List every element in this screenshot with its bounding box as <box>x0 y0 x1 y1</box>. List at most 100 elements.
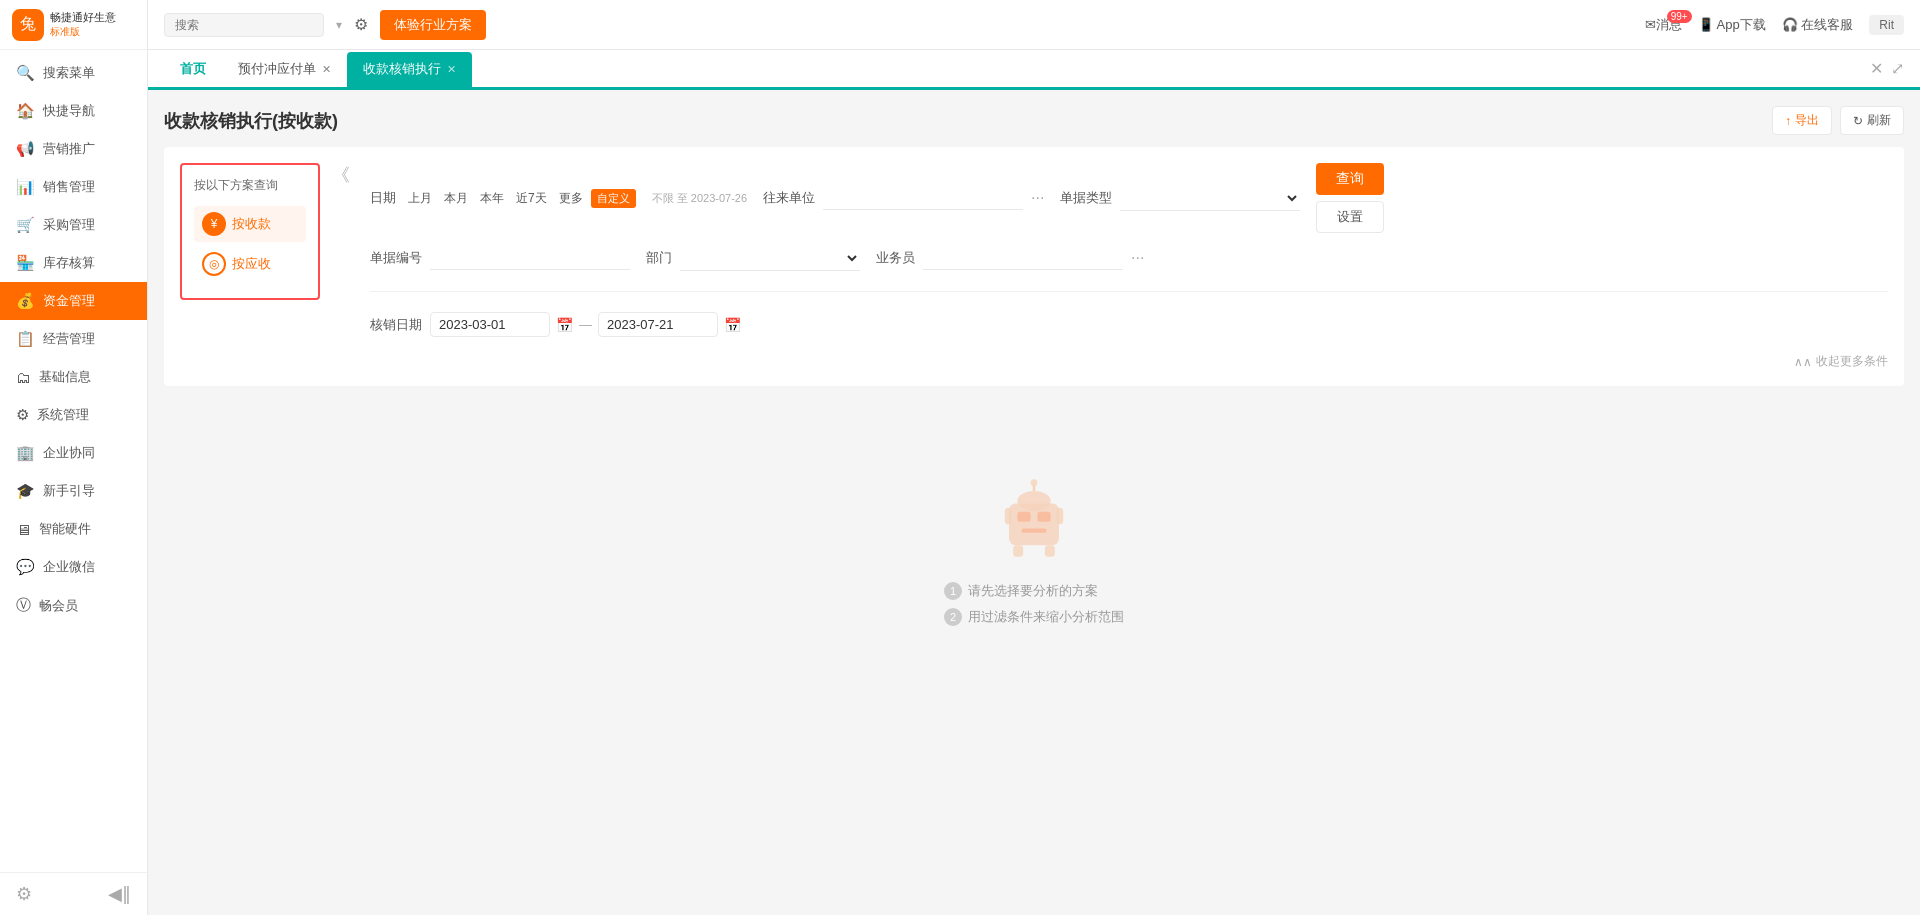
sidebar-item-marketing[interactable]: 📢 营销推广 <box>0 130 147 168</box>
doctype-label: 单据类型 <box>1060 189 1112 207</box>
sidebar: 兔 畅捷通好生意 标准版 🔍 搜索菜单 🏠 快捷导航 📢 营销推广 📊 销售管理… <box>0 0 148 915</box>
topbar-gear-icon[interactable]: ⚙ <box>354 15 368 34</box>
counterparty-input[interactable] <box>823 186 1023 210</box>
tab-home[interactable]: 首页 <box>164 52 222 88</box>
salesperson-more-icon[interactable]: ··· <box>1131 249 1144 267</box>
sidebar-item-operations[interactable]: 📋 经营管理 <box>0 320 147 358</box>
filter-option-receipt-label: 按收款 <box>232 215 271 233</box>
filter-dept-field: 部门 <box>646 245 860 271</box>
date-tag-custom[interactable]: 自定义 <box>591 189 636 208</box>
writeoffdate-end-input[interactable] <box>598 312 718 337</box>
collapse-sidebar-icon[interactable]: ◀‖ <box>108 883 131 905</box>
topbar: ▾ ⚙ 体验行业方案 ✉ 消息 99+ 📱 App下载 🎧 在线客服 Rit <box>148 0 1920 50</box>
salesperson-input[interactable] <box>923 246 1123 270</box>
tab-prepay-close-icon[interactable]: ✕ <box>322 63 331 76</box>
page-header: 收款核销执行(按收款) ↑ 导出 ↻ 刷新 <box>164 106 1904 135</box>
calendar-end-icon[interactable]: 📅 <box>724 317 741 333</box>
date-tab-thismonth[interactable]: 本月 <box>440 188 472 209</box>
messages-area[interactable]: ✉ 消息 99+ <box>1645 16 1682 34</box>
docnumber-input[interactable] <box>430 246 630 270</box>
topbar-search-input[interactable] <box>164 13 324 37</box>
filter-doctype-field: 单据类型 <box>1060 185 1300 211</box>
appdownload-label: App下载 <box>1717 17 1766 32</box>
wechat-icon: 💬 <box>16 558 35 576</box>
doctype-select[interactable] <box>1120 185 1300 211</box>
filter-option-by-receivable[interactable]: ◎ 按应收 <box>194 246 306 282</box>
date-tab-more[interactable]: 更多 <box>555 188 587 209</box>
sidebar-item-hardware[interactable]: 🖥 智能硬件 <box>0 510 147 548</box>
tab-maximize-icon[interactable]: ⤢ <box>1891 59 1904 78</box>
settings-icon[interactable]: ⚙ <box>16 883 32 905</box>
topbar-right: ✉ 消息 99+ 📱 App下载 🎧 在线客服 Rit <box>1645 15 1904 35</box>
query-button[interactable]: 查询 <box>1316 163 1384 195</box>
logo-icon: 兔 <box>12 9 44 41</box>
calendar-start-icon[interactable]: 📅 <box>556 317 573 333</box>
user-area[interactable]: Rit <box>1869 15 1904 35</box>
sidebar-item-search[interactable]: 🔍 搜索菜单 <box>0 54 147 92</box>
sidebar-item-wechat[interactable]: 💬 企业微信 <box>0 548 147 586</box>
svg-point-8 <box>1017 491 1050 511</box>
date-range-dash: — <box>579 317 592 332</box>
messages-badge: 99+ <box>1667 10 1692 23</box>
sidebar-item-guide[interactable]: 🎓 新手引导 <box>0 472 147 510</box>
tab-writeoff-close-icon[interactable]: ✕ <box>447 63 456 76</box>
tab-writeoff[interactable]: 收款核销执行 ✕ <box>347 52 472 88</box>
collapse-more[interactable]: ∧∧ 收起更多条件 <box>370 353 1888 370</box>
filter-actions: 查询 设置 <box>1316 163 1384 233</box>
sidebar-item-sales-label: 销售管理 <box>43 178 95 196</box>
industry-solution-button[interactable]: 体验行业方案 <box>380 10 486 40</box>
finance-icon: 💰 <box>16 292 35 310</box>
empty-tip-1: 1 请先选择要分析的方案 <box>944 582 1124 600</box>
sidebar-item-inventory[interactable]: 🏪 库存核算 <box>0 244 147 282</box>
member-icon: Ⓥ <box>16 596 31 615</box>
writeoffdate-start-input[interactable] <box>430 312 550 337</box>
sidebar-item-enterprise-label: 企业协同 <box>43 444 95 462</box>
purchase-icon: 🛒 <box>16 216 35 234</box>
sidebar-item-purchase-label: 采购管理 <box>43 216 95 234</box>
filter-row-2: 单据编号 部门 业务员 ··· <box>370 245 1888 271</box>
empty-illustration <box>984 466 1084 566</box>
filter-option-by-receipt[interactable]: ¥ 按收款 <box>194 206 306 242</box>
service-label: 在线客服 <box>1801 17 1853 32</box>
filter-collapse-icon[interactable]: 《 <box>328 163 354 187</box>
svg-rect-6 <box>1013 545 1023 557</box>
filter-writeoffdate-field: 核销日期 📅 — 📅 <box>370 312 741 337</box>
sidebar-item-finance[interactable]: 💰 资金管理 <box>0 282 147 320</box>
counterparty-more-icon[interactable]: ··· <box>1031 189 1044 207</box>
sidebar-item-quicknav[interactable]: 🏠 快捷导航 <box>0 92 147 130</box>
tab-writeoff-label: 收款核销执行 <box>363 60 441 78</box>
sidebar-item-member[interactable]: Ⓥ 畅会员 <box>0 586 147 625</box>
refresh-button[interactable]: ↻ 刷新 <box>1840 106 1904 135</box>
export-button[interactable]: ↑ 导出 <box>1772 106 1832 135</box>
sidebar-item-system[interactable]: ⚙ 系统管理 <box>0 396 147 434</box>
sidebar-item-enterprise[interactable]: 🏢 企业协同 <box>0 434 147 472</box>
svg-rect-2 <box>1037 512 1050 522</box>
svg-point-10 <box>1031 479 1038 486</box>
filter-row-3: 核销日期 📅 — 📅 <box>370 312 1888 337</box>
date-tab-lastmonth[interactable]: 上月 <box>404 188 436 209</box>
appdownload-area[interactable]: 📱 App下载 <box>1698 16 1766 34</box>
filter-sidebar-title: 按以下方案查询 <box>194 177 306 194</box>
sidebar-item-basic[interactable]: 🗂 基础信息 <box>0 358 147 396</box>
sidebar-item-purchase[interactable]: 🛒 采购管理 <box>0 206 147 244</box>
service-area[interactable]: 🎧 在线客服 <box>1782 16 1854 34</box>
sidebar-item-finance-label: 资金管理 <box>43 292 95 310</box>
sidebar-item-hardware-label: 智能硬件 <box>39 520 91 538</box>
sidebar-item-sales[interactable]: 📊 销售管理 <box>0 168 147 206</box>
tab-close-window-icon[interactable]: ✕ <box>1870 59 1883 78</box>
tab-prepay-label: 预付冲应付单 <box>238 60 316 78</box>
tip-num-2: 2 <box>944 608 962 626</box>
date-tab-7days[interactable]: 近7天 <box>512 188 551 209</box>
tab-prepay[interactable]: 预付冲应付单 ✕ <box>222 52 347 88</box>
dept-select[interactable] <box>680 245 860 271</box>
date-tab-thisyear[interactable]: 本年 <box>476 188 508 209</box>
filter-counterparty-field: 往来单位 ··· <box>763 186 1044 210</box>
chevron-down-icon[interactable]: ▾ <box>336 18 342 32</box>
refresh-icon: ↻ <box>1853 114 1863 128</box>
filter-settings-button[interactable]: 设置 <box>1316 201 1384 233</box>
tab-home-label: 首页 <box>180 60 206 78</box>
filter-docnumber-field: 单据编号 <box>370 246 630 270</box>
receipt-icon: ¥ <box>202 212 226 236</box>
writeoffdate-label: 核销日期 <box>370 316 422 334</box>
salesperson-label: 业务员 <box>876 249 915 267</box>
